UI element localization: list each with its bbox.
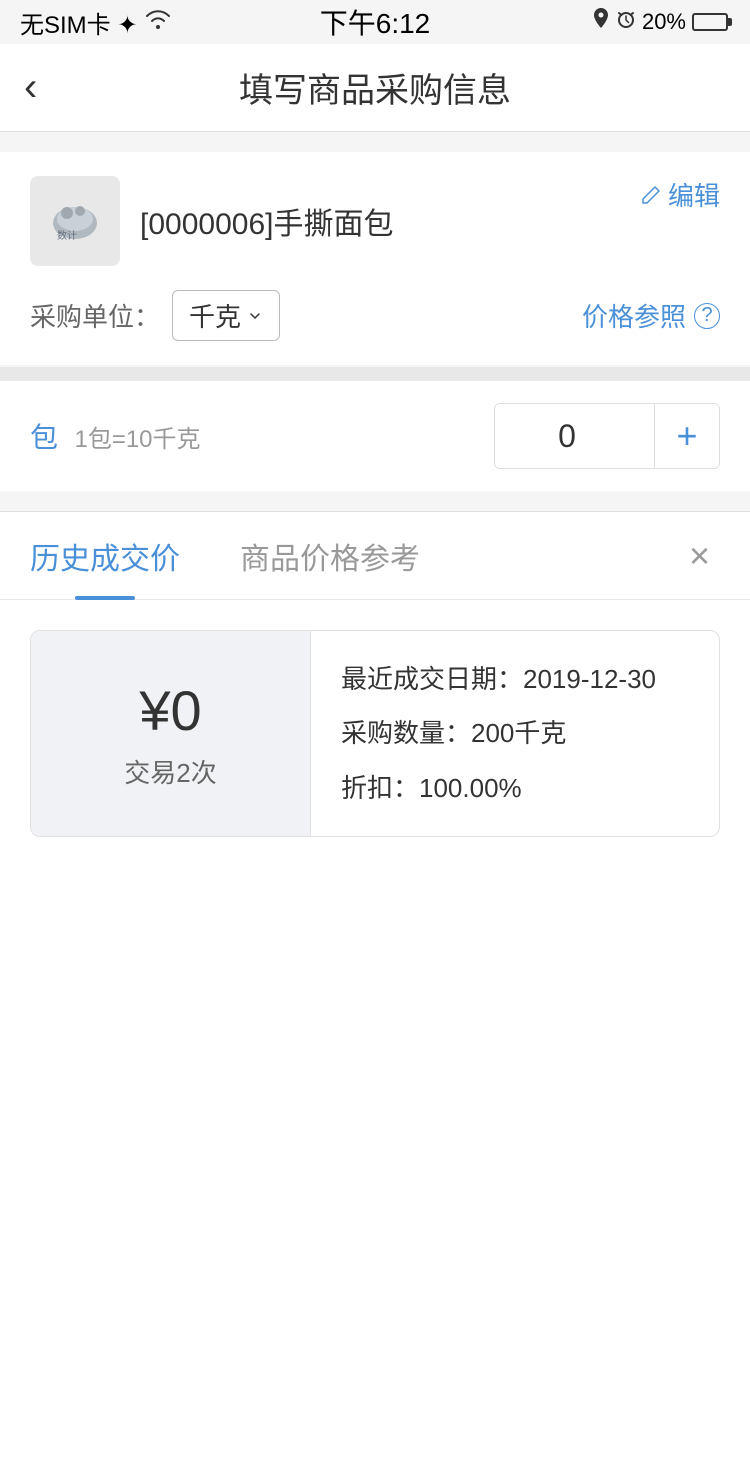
- discount-value: 100.00%: [419, 773, 522, 803]
- tab-price-ref[interactable]: 商品价格参考: [240, 512, 420, 600]
- unit-select[interactable]: 千克: [172, 290, 280, 341]
- nav-bar: ‹ 填写商品采购信息: [0, 44, 750, 132]
- history-details: 最近成交日期：2019-12-30 采购数量：200千克 折扣：100.00%: [311, 631, 719, 836]
- quantity-plus-button[interactable]: +: [655, 404, 719, 468]
- edit-button[interactable]: 编辑: [640, 176, 720, 213]
- tab-history-label: 历史成交价: [30, 534, 180, 578]
- quantity-detail-label: 采购数量：: [341, 718, 471, 748]
- battery-icon: [692, 13, 730, 31]
- quantity-input[interactable]: [495, 404, 655, 468]
- tabs-panel: 历史成交价 商品价格参考 × ¥0 交易2次 最近成交日期：2019-12-30…: [0, 511, 750, 867]
- quantity-divider: [0, 367, 750, 381]
- location-icon: [592, 8, 610, 36]
- history-date-row: 最近成交日期：2019-12-30: [341, 661, 689, 697]
- unit-left: 采购单位： 千克: [30, 290, 280, 341]
- price-ref-label: 价格参照: [582, 297, 686, 334]
- product-thumbnail: 数计: [30, 176, 120, 266]
- history-card: ¥0 交易2次 最近成交日期：2019-12-30 采购数量：200千克 折扣：…: [30, 630, 720, 837]
- status-time: 下午6:12: [320, 2, 431, 42]
- quantity-detail-value: 200千克: [471, 718, 566, 748]
- bottom-space: [0, 867, 750, 1467]
- status-icons: 20%: [592, 8, 730, 36]
- history-quantity-row: 采购数量：200千克: [341, 715, 689, 751]
- alarm-icon: [616, 9, 636, 35]
- quantity-row: 包 1包=10千克 +: [0, 381, 750, 491]
- tabs-close-button[interactable]: ×: [679, 525, 720, 587]
- quantity-unit-label: 包: [30, 422, 58, 453]
- history-trades: 交易2次: [124, 753, 216, 790]
- product-header: 数计 [0000006]手撕面包 编辑: [30, 176, 720, 266]
- tab-price-ref-label: 商品价格参考: [240, 534, 420, 578]
- page-title: 填写商品采购信息: [239, 63, 511, 112]
- back-button[interactable]: ‹: [24, 65, 37, 110]
- battery-percent: 20%: [642, 9, 686, 35]
- quantity-section: 包 1包=10千克 +: [0, 367, 750, 491]
- help-icon: ?: [694, 303, 720, 329]
- wifi-icon: [145, 8, 171, 36]
- quantity-unit-convert: 1包=10千克: [74, 426, 200, 453]
- carrier-text: 无SIM卡 ✦: [20, 5, 137, 40]
- history-content: ¥0 交易2次 最近成交日期：2019-12-30 采购数量：200千克 折扣：…: [0, 600, 750, 867]
- history-discount-row: 折扣：100.00%: [341, 770, 689, 806]
- status-carrier: 无SIM卡 ✦: [20, 5, 171, 40]
- unit-label: 采购单位：: [30, 297, 160, 334]
- history-price-value: ¥0: [139, 678, 201, 743]
- unit-value: 千克: [189, 297, 241, 334]
- discount-label: 折扣：: [341, 773, 419, 803]
- svg-text:数计: 数计: [57, 229, 77, 242]
- edit-label: 编辑: [668, 176, 720, 213]
- history-price-area: ¥0 交易2次: [31, 631, 311, 836]
- quantity-controls: +: [494, 403, 720, 469]
- tab-history-price[interactable]: 历史成交价: [30, 512, 180, 600]
- tabs-list: 历史成交价 商品价格参考: [30, 512, 420, 600]
- product-unit-row: 采购单位： 千克 价格参照 ?: [30, 290, 720, 341]
- recent-date-label: 最近成交日期：: [341, 664, 523, 694]
- quantity-unit-info: 包 1包=10千克: [30, 416, 201, 456]
- recent-date-value: 2019-12-30: [523, 664, 656, 694]
- status-bar: 无SIM卡 ✦ 下午6:12 20%: [0, 0, 750, 44]
- product-info: 数计 [0000006]手撕面包: [30, 176, 393, 266]
- product-name: [0000006]手撕面包: [140, 208, 393, 241]
- tabs-header: 历史成交价 商品价格参考 ×: [0, 512, 750, 600]
- price-ref-button[interactable]: 价格参照 ?: [582, 297, 720, 334]
- product-card: 数计 [0000006]手撕面包 编辑 采购单位： 千克: [0, 152, 750, 365]
